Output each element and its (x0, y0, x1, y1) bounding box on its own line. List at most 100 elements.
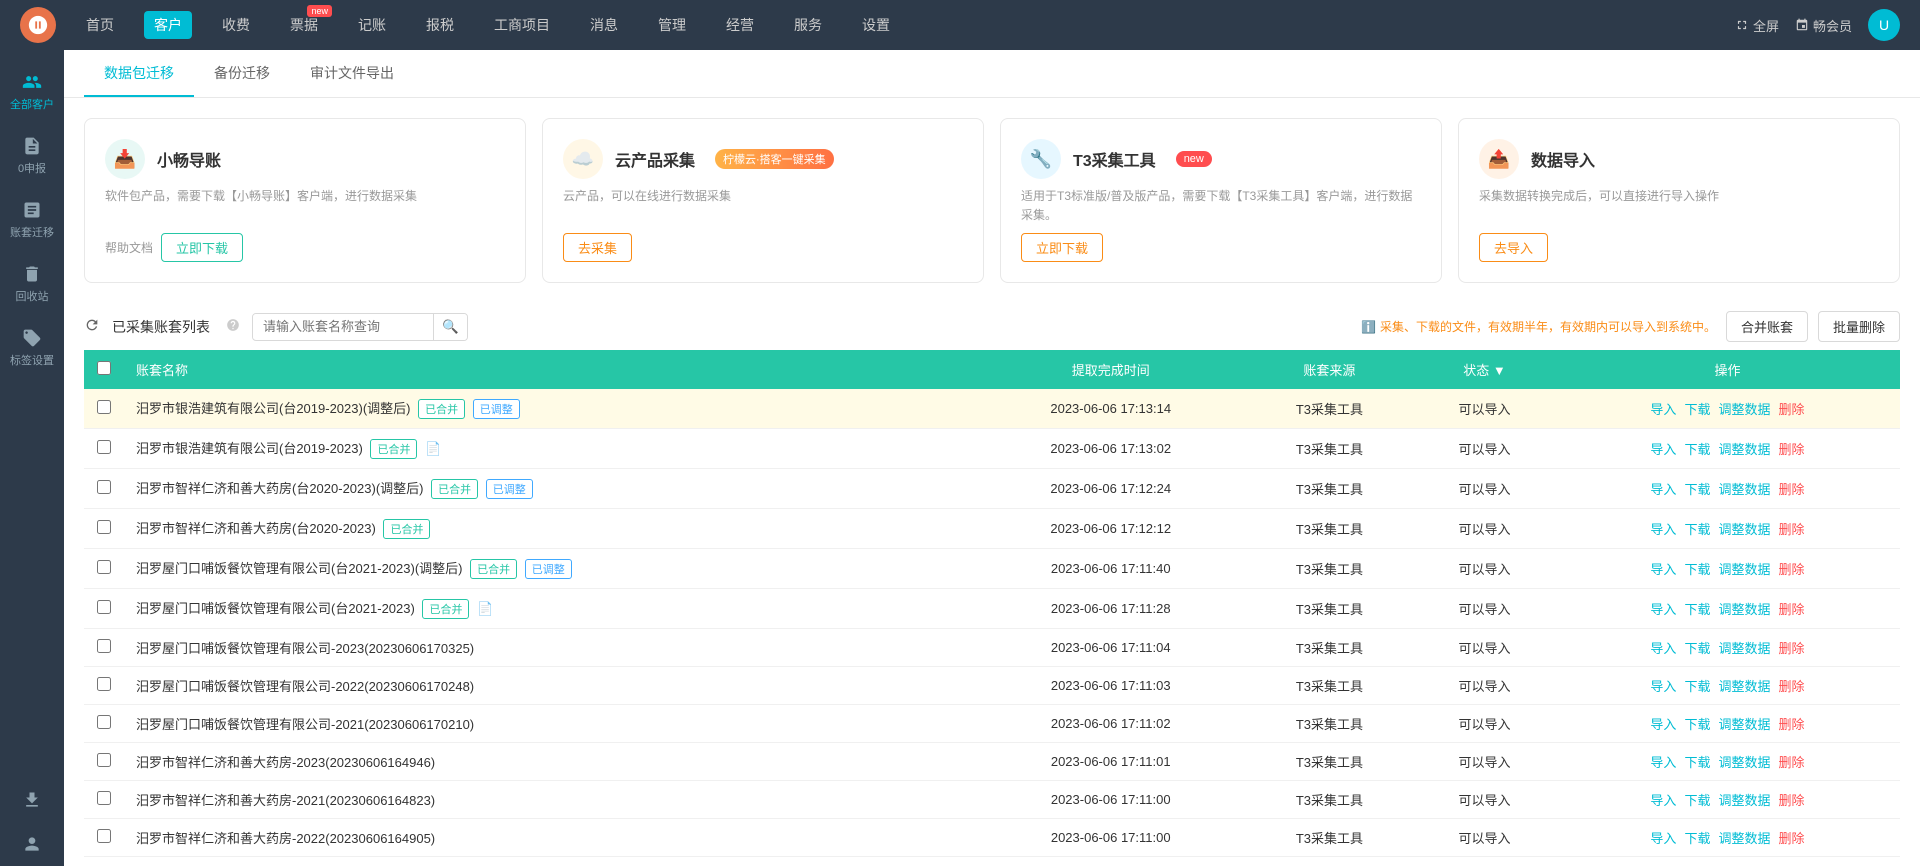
col-status[interactable]: 状态 ▼ (1414, 350, 1555, 389)
op-下载[interactable]: 下载 (1684, 562, 1710, 577)
row-checkbox[interactable] (97, 639, 111, 653)
sidebar-item-tag-settings[interactable]: 标签设置 (0, 316, 64, 380)
app-logo[interactable] (20, 7, 56, 43)
op-删除[interactable]: 删除 (1778, 831, 1804, 846)
nav-service[interactable]: 服务 (784, 11, 832, 39)
op-调整数据[interactable]: 调整数据 (1718, 562, 1770, 577)
op-导入[interactable]: 导入 (1650, 717, 1676, 732)
sidebar-item-recycle[interactable]: 回收站 (0, 252, 64, 316)
op-导入[interactable]: 导入 (1650, 562, 1676, 577)
op-下载[interactable]: 下载 (1684, 482, 1710, 497)
row-checkbox[interactable] (97, 560, 111, 574)
op-导入[interactable]: 导入 (1650, 442, 1676, 457)
nav-home[interactable]: 首页 (76, 11, 124, 39)
op-导入[interactable]: 导入 (1650, 402, 1676, 417)
refresh-icon[interactable] (84, 317, 100, 336)
op-下载[interactable]: 下载 (1684, 442, 1710, 457)
go-import-button[interactable]: 去导入 (1479, 233, 1548, 262)
op-调整数据[interactable]: 调整数据 (1718, 402, 1770, 417)
row-checkbox[interactable] (97, 440, 111, 454)
select-all-checkbox[interactable] (97, 361, 111, 375)
op-下载[interactable]: 下载 (1684, 641, 1710, 656)
op-调整数据[interactable]: 调整数据 (1718, 679, 1770, 694)
op-删除[interactable]: 删除 (1778, 602, 1804, 617)
op-删除[interactable]: 删除 (1778, 562, 1804, 577)
nav-business[interactable]: 工商项目 (484, 11, 560, 39)
op-删除[interactable]: 删除 (1778, 755, 1804, 770)
op-调整数据[interactable]: 调整数据 (1718, 793, 1770, 808)
search-input[interactable] (253, 314, 433, 339)
op-调整数据[interactable]: 调整数据 (1718, 522, 1770, 537)
tab-backup-migrate[interactable]: 备份迁移 (194, 51, 290, 97)
op-调整数据[interactable]: 调整数据 (1718, 482, 1770, 497)
op-调整数据[interactable]: 调整数据 (1718, 717, 1770, 732)
op-删除[interactable]: 删除 (1778, 679, 1804, 694)
op-下载[interactable]: 下载 (1684, 602, 1710, 617)
op-下载[interactable]: 下载 (1684, 402, 1710, 417)
op-删除[interactable]: 删除 (1778, 402, 1804, 417)
sidebar-item-download[interactable] (22, 778, 42, 822)
op-删除[interactable]: 删除 (1778, 793, 1804, 808)
row-checkbox[interactable] (97, 480, 111, 494)
op-导入[interactable]: 导入 (1650, 602, 1676, 617)
merge-accounts-button[interactable]: 合并账套 (1726, 311, 1808, 342)
op-下载[interactable]: 下载 (1684, 793, 1710, 808)
op-删除[interactable]: 删除 (1778, 717, 1804, 732)
batch-delete-button[interactable]: 批量删除 (1818, 311, 1900, 342)
op-导入[interactable]: 导入 (1650, 641, 1676, 656)
sidebar-item-all-clients[interactable]: 全部客户 (0, 60, 64, 124)
op-调整数据[interactable]: 调整数据 (1718, 442, 1770, 457)
op-下载[interactable]: 下载 (1684, 831, 1710, 846)
op-删除[interactable]: 删除 (1778, 522, 1804, 537)
help-doc-link[interactable]: 帮助文档 (105, 239, 153, 256)
op-下载[interactable]: 下载 (1684, 679, 1710, 694)
nav-message[interactable]: 消息 (580, 11, 628, 39)
row-checkbox[interactable] (97, 520, 111, 534)
row-checkbox[interactable] (97, 600, 111, 614)
op-导入[interactable]: 导入 (1650, 831, 1676, 846)
op-导入[interactable]: 导入 (1650, 755, 1676, 770)
op-导入[interactable]: 导入 (1650, 679, 1676, 694)
nav-fees[interactable]: 收费 (212, 11, 260, 39)
row-checkbox[interactable] (97, 829, 111, 843)
tab-audit-export[interactable]: 审计文件导出 (290, 51, 414, 97)
search-button[interactable]: 🔍 (433, 314, 467, 340)
nav-invoice[interactable]: 票据 new (280, 11, 328, 39)
row-checkbox[interactable] (97, 791, 111, 805)
nav-clients[interactable]: 客户 (144, 11, 192, 39)
op-调整数据[interactable]: 调整数据 (1718, 831, 1770, 846)
row-checkbox[interactable] (97, 677, 111, 691)
nav-bookkeeping[interactable]: 记账 (348, 11, 396, 39)
member-button[interactable]: 畅会员 (1795, 16, 1852, 35)
op-调整数据[interactable]: 调整数据 (1718, 602, 1770, 617)
op-删除[interactable]: 删除 (1778, 641, 1804, 656)
sidebar-item-user[interactable] (22, 822, 42, 866)
op-导入[interactable]: 导入 (1650, 482, 1676, 497)
sidebar-item-account-migrate[interactable]: 账套迁移 (0, 188, 64, 252)
nav-manage[interactable]: 管理 (648, 11, 696, 39)
tab-data-migrate[interactable]: 数据包迁移 (84, 51, 194, 97)
op-导入[interactable]: 导入 (1650, 522, 1676, 537)
download-t3-button[interactable]: 立即下载 (1021, 233, 1103, 262)
op-删除[interactable]: 删除 (1778, 442, 1804, 457)
nav-operation[interactable]: 经营 (716, 11, 764, 39)
download-now-button[interactable]: 立即下载 (161, 233, 243, 262)
op-下载[interactable]: 下载 (1684, 755, 1710, 770)
nav-tax[interactable]: 报税 (416, 11, 464, 39)
op-导入[interactable]: 导入 (1650, 793, 1676, 808)
op-删除[interactable]: 删除 (1778, 482, 1804, 497)
help-icon[interactable] (226, 318, 240, 335)
fullscreen-button[interactable]: 全屏 (1735, 16, 1779, 35)
go-collect-button[interactable]: 去采集 (563, 233, 632, 262)
sidebar-item-zero-report[interactable]: 0申报 (0, 124, 64, 188)
row-checkbox[interactable] (97, 715, 111, 729)
row-source: T3采集工具 (1245, 629, 1414, 667)
op-调整数据[interactable]: 调整数据 (1718, 641, 1770, 656)
op-下载[interactable]: 下载 (1684, 522, 1710, 537)
nav-settings[interactable]: 设置 (852, 11, 900, 39)
op-下载[interactable]: 下载 (1684, 717, 1710, 732)
row-checkbox[interactable] (97, 400, 111, 414)
op-调整数据[interactable]: 调整数据 (1718, 755, 1770, 770)
row-checkbox[interactable] (97, 753, 111, 767)
user-avatar[interactable]: U (1868, 9, 1900, 41)
